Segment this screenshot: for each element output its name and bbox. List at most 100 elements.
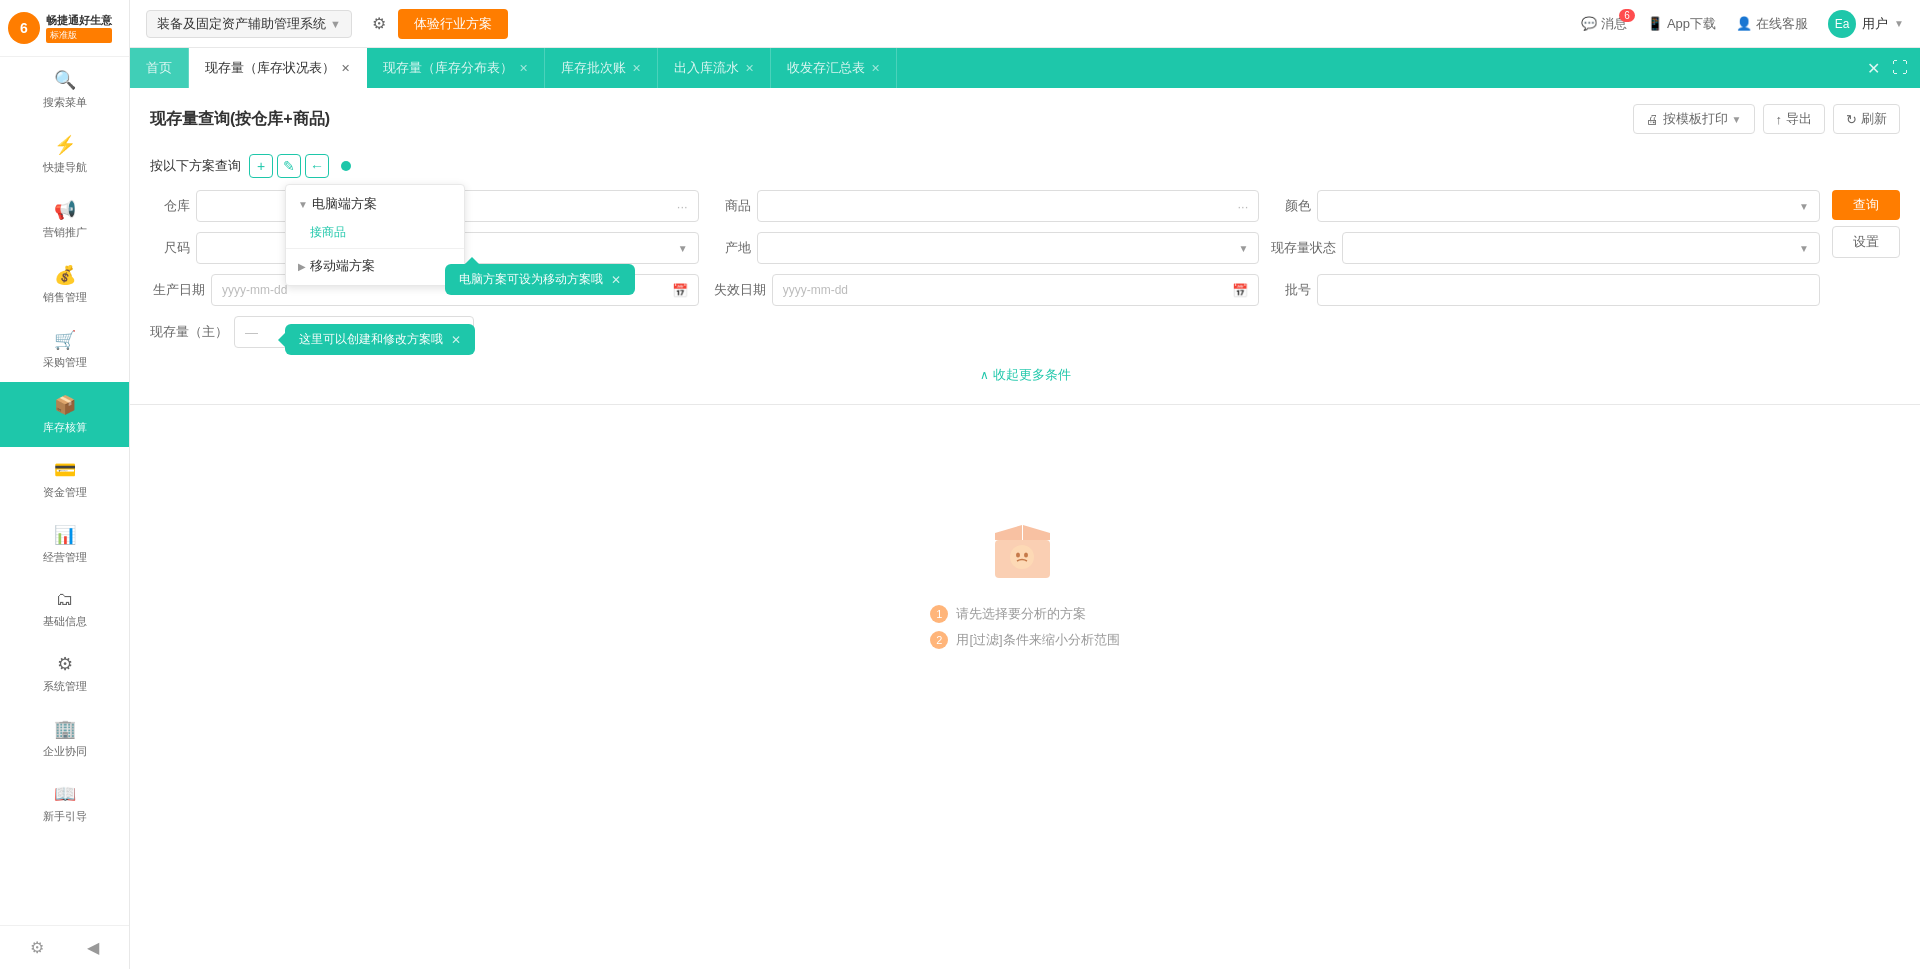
inventory-icon: 📦	[54, 394, 76, 416]
search-buttons: 查询 设置	[1832, 190, 1900, 258]
edit-scheme-btn[interactable]: ✎	[277, 154, 301, 178]
guide-icon: 📖	[54, 783, 76, 805]
tab-home[interactable]: 首页	[130, 48, 189, 88]
prev-scheme-btn[interactable]: ←	[305, 154, 329, 178]
sidebar-item-sales[interactable]: 💰 销售管理	[0, 252, 129, 317]
calendar-icon-2: 📅	[1232, 283, 1248, 298]
search-icon: 🔍	[54, 69, 76, 91]
filter-header: 按以下方案查询 + ✎ ←	[150, 154, 1900, 178]
size-label: 尺码	[150, 239, 190, 257]
sidebar-item-inventory[interactable]: 📦 库存核算	[0, 382, 129, 447]
sidebar-nav: 🔍 搜索菜单 ⚡ 快捷导航 📢 营销推广 💰 销售管理 🛒 采购管理 📦	[0, 57, 129, 925]
empty-illustration	[975, 505, 1075, 585]
phone-icon: 📱	[1647, 16, 1663, 31]
origin-field-group: 产地 ▼	[711, 232, 1260, 264]
empty-tips: 1 请先选择要分析的方案 2 用[过滤]条件来缩小分析范围	[930, 605, 1119, 649]
reset-btn[interactable]: 设置	[1832, 226, 1900, 258]
sidebar-collapse-btn[interactable]: ◀	[87, 938, 99, 957]
tab-close-collect-dist[interactable]: ✕	[871, 62, 880, 75]
tab-close-batch-ledger[interactable]: ✕	[632, 62, 641, 75]
print-btn[interactable]: 🖨 按模板打印 ▼	[1633, 104, 1755, 134]
tree-parent-desktop[interactable]: ▼ 电脑端方案	[286, 189, 464, 219]
calendar-icon-1: 📅	[672, 283, 688, 298]
produce-date-label: 生产日期	[150, 281, 205, 299]
basic-icon: 🗂	[56, 589, 74, 610]
print-icon: 🖨	[1646, 112, 1659, 127]
top-header: 装备及固定资产辅助管理系统 ▼ ⚙ 体验行业方案 💬 消息 6 📱 App下载 …	[130, 0, 1920, 48]
sidebar-item-guide[interactable]: 📖 新手引导	[0, 771, 129, 836]
svg-point-3	[1010, 545, 1034, 569]
empty-tip-2: 2 用[过滤]条件来缩小分析范围	[930, 631, 1119, 649]
size-dropdown-icon: ▼	[678, 243, 688, 254]
tab-expand-btn[interactable]: ⛶	[1888, 55, 1912, 81]
tooltip-close-1[interactable]: ✕	[611, 273, 621, 287]
logo-badge: 标准版	[46, 28, 112, 43]
connector-dot	[341, 161, 351, 171]
tooltip-close-2[interactable]: ✕	[451, 333, 461, 347]
finance-icon: 💳	[54, 459, 76, 481]
user-area[interactable]: Ea 用户 ▼	[1828, 10, 1904, 38]
sidebar-item-finance[interactable]: 💳 资金管理	[0, 447, 129, 512]
tab-close-all-btn[interactable]: ✕	[1863, 55, 1884, 82]
sidebar-item-marketing[interactable]: 📢 营销推广	[0, 187, 129, 252]
svg-marker-2	[1023, 525, 1050, 540]
tree-child-jishanpin[interactable]: 接商品	[286, 219, 464, 246]
print-dropdown-icon: ▼	[1732, 114, 1742, 125]
message-icon: 💬	[1581, 16, 1597, 31]
stock-status-select[interactable]: ▼	[1342, 232, 1820, 264]
support-icon: 👤	[1736, 16, 1752, 31]
goods-label: 商品	[711, 197, 751, 215]
tab-close-inventory-status[interactable]: ✕	[341, 62, 350, 75]
system-title: 装备及固定资产辅助管理系统	[157, 15, 326, 33]
color-select[interactable]: ▼	[1317, 190, 1820, 222]
refresh-btn[interactable]: ↻ 刷新	[1833, 104, 1900, 134]
tab-inventory-dist[interactable]: 现存量（库存分布表） ✕	[367, 48, 545, 88]
enterprise-icon: 🏢	[54, 718, 76, 740]
search-btn[interactable]: 查询	[1832, 190, 1900, 220]
origin-dropdown-icon: ▼	[1238, 243, 1248, 254]
tree-parent-mobile[interactable]: ▶ 移动端方案	[286, 251, 464, 281]
sidebar-item-enterprise[interactable]: 🏢 企业协同	[0, 706, 129, 771]
add-scheme-btn[interactable]: +	[249, 154, 273, 178]
tooltip-text-1: 电脑方案可设为移动方案哦	[459, 271, 603, 288]
goods-input[interactable]: ···	[757, 190, 1260, 222]
sidebar-settings-btn[interactable]: ⚙	[30, 938, 44, 957]
industry-btn[interactable]: 体验行业方案	[398, 9, 508, 39]
origin-select[interactable]: ▼	[757, 232, 1260, 264]
business-icon: 📊	[54, 524, 76, 546]
page-header: 现存量查询(按仓库+商品) 🖨 按模板打印 ▼ ↑ 导出 ↻	[130, 88, 1920, 142]
tooltip-bubble-create: 这里可以创建和修改方案哦 ✕	[285, 324, 475, 355]
app-download-action[interactable]: 📱 App下载	[1647, 15, 1716, 33]
support-action[interactable]: 👤 在线客服	[1736, 15, 1808, 33]
main-area: 装备及固定资产辅助管理系统 ▼ ⚙ 体验行业方案 💬 消息 6 📱 App下载 …	[130, 0, 1920, 969]
sidebar-item-basic[interactable]: 🗂 基础信息	[0, 577, 129, 641]
header-settings-btn[interactable]: ⚙	[372, 14, 386, 33]
tab-in-out-flow[interactable]: 出入库流水 ✕	[658, 48, 771, 88]
tab-bar-right: ✕ ⛶	[1855, 55, 1920, 82]
sidebar-item-search[interactable]: 🔍 搜索菜单	[0, 57, 129, 122]
tree-children-desktop: 接商品	[286, 219, 464, 246]
tab-inventory-status[interactable]: 现存量（库存状况表） ✕	[189, 48, 367, 88]
sidebar-item-system[interactable]: ⚙ 系统管理	[0, 641, 129, 706]
sidebar-item-business[interactable]: 📊 经营管理	[0, 512, 129, 577]
logo-icon: 6	[8, 12, 40, 44]
tab-batch-ledger[interactable]: 库存批次账 ✕	[545, 48, 658, 88]
expire-date-input[interactable]: yyyy-mm-dd 📅	[772, 274, 1260, 306]
avatar: Ea	[1828, 10, 1856, 38]
filter-collapse-btn[interactable]: ∧ 收起更多条件	[150, 358, 1900, 392]
tree-group-mobile: ▶ 移动端方案	[286, 251, 464, 281]
tab-close-in-out-flow[interactable]: ✕	[745, 62, 754, 75]
tab-collect-dist[interactable]: 收发存汇总表 ✕	[771, 48, 897, 88]
batch-no-label: 批号	[1271, 281, 1311, 299]
color-label: 颜色	[1271, 197, 1311, 215]
sidebar-item-purchase[interactable]: 🛒 采购管理	[0, 317, 129, 382]
export-btn[interactable]: ↑ 导出	[1763, 104, 1826, 134]
sidebar-item-quick-nav[interactable]: ⚡ 快捷导航	[0, 122, 129, 187]
collapse-up-icon: ∧	[980, 368, 989, 382]
message-action[interactable]: 💬 消息 6	[1581, 15, 1627, 33]
stock-status-label: 现存量状态	[1271, 239, 1336, 257]
filter-label: 按以下方案查询	[150, 157, 241, 175]
batch-no-input[interactable]	[1317, 274, 1820, 306]
tab-close-inventory-dist[interactable]: ✕	[519, 62, 528, 75]
system-title-selector[interactable]: 装备及固定资产辅助管理系统 ▼	[146, 10, 352, 38]
